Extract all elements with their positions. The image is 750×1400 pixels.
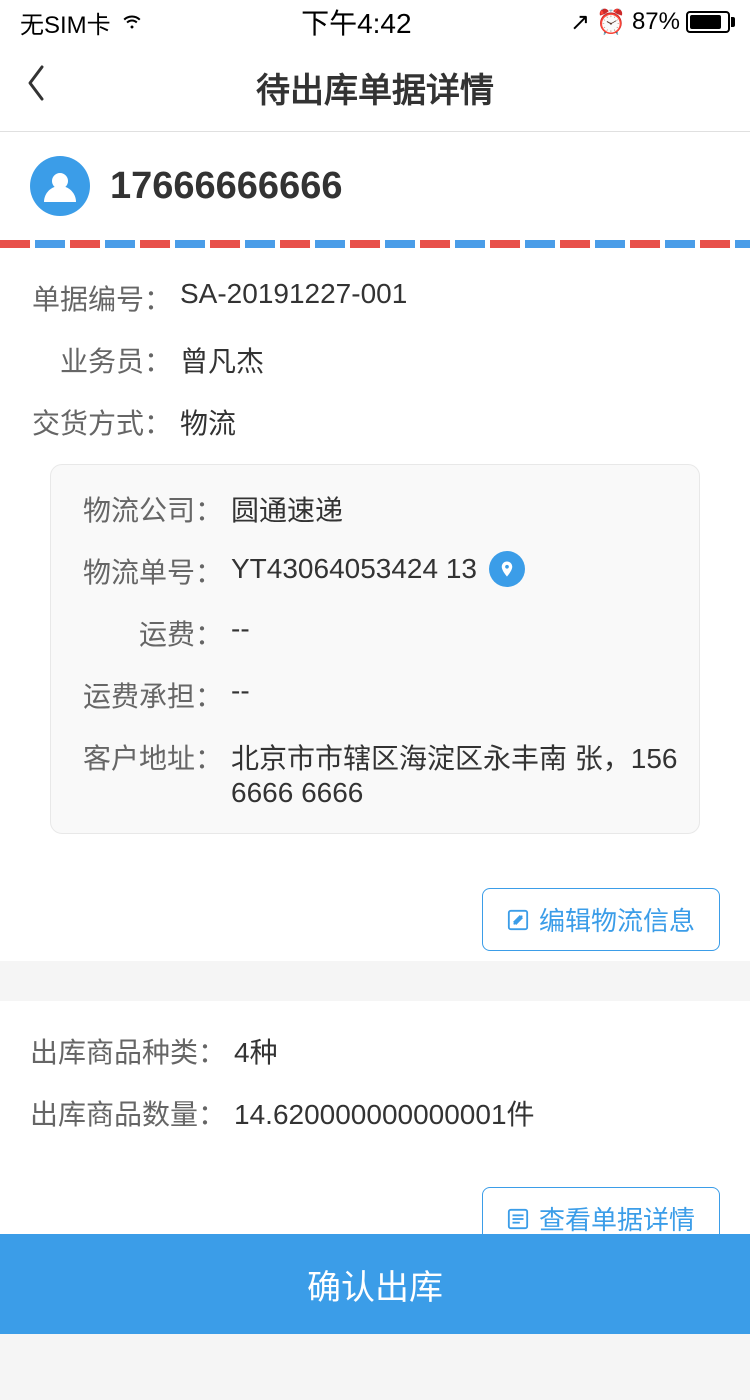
dashed-divider (0, 240, 750, 248)
edit-logistics-button[interactable]: 编辑物流信息 (482, 888, 720, 951)
salesman-value: 曾凡杰 (180, 340, 720, 380)
freight-value: -- (231, 613, 679, 645)
avatar (30, 156, 90, 216)
goods-types-label: 出库商品种类： (30, 1031, 234, 1071)
freight-bear-row: 运费承担： -- (71, 675, 679, 715)
tracking-value: YT43064053424 13 (231, 551, 679, 587)
salesman-label: 业务员： (30, 340, 180, 380)
tracking-number: YT43064053424 13 (231, 553, 477, 585)
battery-icon (686, 11, 730, 33)
goods-quantity-row: 出库商品数量： 14.620000000000001件 (30, 1093, 720, 1133)
freight-bear-value: -- (231, 675, 679, 707)
order-no-row: 单据编号： SA-20191227-001 (30, 278, 720, 318)
freight-label: 运费： (71, 613, 231, 653)
delivery-label: 交货方式： (30, 402, 180, 442)
confirm-button-label: 确认出库 (307, 1260, 443, 1309)
section-divider (0, 961, 750, 981)
user-header: 17666666666 (0, 132, 750, 240)
status-time: 下午4:42 (301, 2, 412, 42)
location-status-icon: ↗ (570, 8, 590, 37)
edit-btn-wrap: 编辑物流信息 (0, 864, 750, 961)
freight-row: 运费： -- (71, 613, 679, 653)
view-details-label: 查看单据详情 (539, 1200, 695, 1237)
tracking-row: 物流单号： YT43064053424 13 (71, 551, 679, 591)
status-bar: 无SIM卡 下午4:42 ↗ ⏰ 87% (0, 0, 750, 44)
status-right: ↗ ⏰ 87% (570, 8, 730, 37)
logistics-company-label: 物流公司： (71, 489, 231, 529)
confirm-btn-wrap[interactable]: 确认出库 (0, 1234, 750, 1334)
alarm-icon: ⏰ (596, 8, 626, 37)
goods-types-row: 出库商品种类： 4种 (30, 1031, 720, 1071)
logistics-card: 物流公司： 圆通速递 物流单号： YT43064053424 13 运费： --… (50, 464, 700, 834)
status-left: 无SIM卡 (20, 5, 143, 40)
address-value: 北京市市辖区海淀区永丰南 张，156 6666 6666 (231, 737, 679, 809)
page-title: 待出库单据详情 (256, 63, 494, 112)
nav-bar: 待出库单据详情 (0, 44, 750, 132)
freight-bear-label: 运费承担： (71, 675, 231, 715)
edit-logistics-label: 编辑物流信息 (539, 901, 695, 938)
wifi-icon (121, 8, 143, 36)
battery-percent: 87% (632, 8, 680, 36)
goods-section: 出库商品种类： 4种 出库商品数量： 14.620000000000001件 (0, 1001, 750, 1163)
goods-types-value: 4种 (234, 1031, 720, 1071)
delivery-value: 物流 (180, 402, 720, 442)
logistics-company-row: 物流公司： 圆通速递 (71, 489, 679, 529)
order-no-value: SA-20191227-001 (180, 278, 720, 310)
logistics-company-value: 圆通速递 (231, 489, 679, 529)
goods-quantity-label: 出库商品数量： (30, 1093, 234, 1133)
address-row: 客户地址： 北京市市辖区海淀区永丰南 张，156 6666 6666 (71, 737, 679, 809)
address-label: 客户地址： (71, 737, 231, 777)
goods-quantity-value: 14.620000000000001件 (234, 1093, 720, 1133)
basic-info-section: 单据编号： SA-20191227-001 业务员： 曾凡杰 交货方式： 物流 … (0, 248, 750, 864)
user-phone: 17666666666 (110, 165, 342, 208)
location-icon[interactable] (489, 551, 525, 587)
carrier-text: 无SIM卡 (20, 5, 111, 40)
salesman-row: 业务员： 曾凡杰 (30, 340, 720, 380)
order-no-label: 单据编号： (30, 278, 180, 318)
tracking-label: 物流单号： (71, 551, 231, 591)
back-button[interactable] (24, 63, 48, 112)
delivery-row: 交货方式： 物流 (30, 402, 720, 442)
